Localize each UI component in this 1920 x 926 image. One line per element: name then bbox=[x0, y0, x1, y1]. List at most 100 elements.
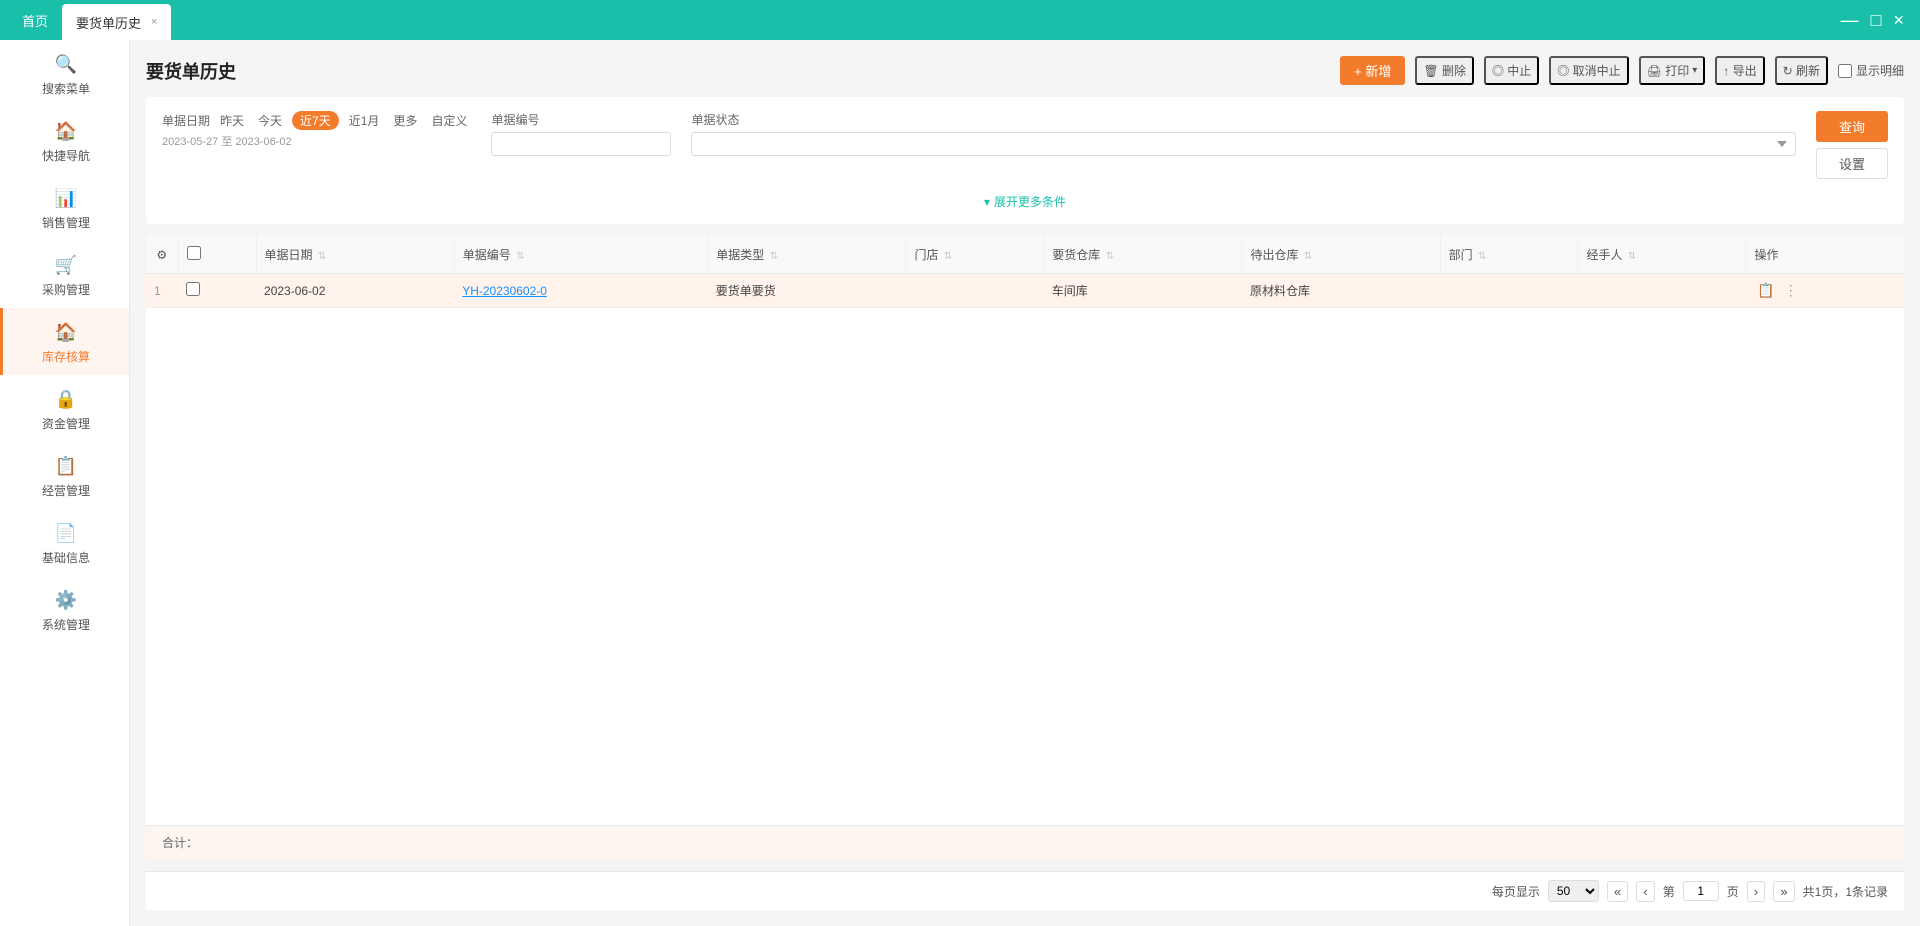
page-number-input[interactable] bbox=[1683, 881, 1719, 901]
display-detail-checkbox[interactable] bbox=[1838, 64, 1852, 78]
shortcut-more[interactable]: 更多 bbox=[389, 111, 421, 130]
sidebar-item-search-menu[interactable]: 🔍 搜索菜单 bbox=[0, 40, 129, 107]
sidebar-label-inventory: 库存核算 bbox=[42, 348, 90, 365]
sort-handler-icon: ⇅ bbox=[1628, 251, 1636, 262]
cell-date: 2023-06-02 bbox=[256, 274, 454, 308]
status-label: 单据状态 bbox=[691, 111, 1796, 128]
sidebar-label-sales: 销售管理 bbox=[42, 214, 90, 231]
page-title: 要货单历史 bbox=[146, 58, 236, 84]
toolbar: + 新增 🗑 删除 ◎ 中止 ◎ 取消中止 🖨 打印 ▾ ↑ 导出 ↻ 刷新 显… bbox=[1340, 56, 1904, 85]
cell-number[interactable]: YH-20230602-0 bbox=[454, 274, 708, 308]
th-req-warehouse[interactable]: 要货仓库 ⇅ bbox=[1044, 236, 1242, 274]
status-select[interactable] bbox=[691, 132, 1796, 156]
sidebar-label-search-menu: 搜索菜单 bbox=[42, 80, 90, 97]
sidebar-item-basic-info[interactable]: 📄 基础信息 bbox=[0, 509, 129, 576]
tab-bar: 首页 要货单历史 × — □ × bbox=[0, 0, 1920, 40]
new-button[interactable]: + 新增 bbox=[1340, 56, 1405, 85]
cell-type: 要货单要货 bbox=[708, 274, 906, 308]
stop-button[interactable]: ◎ 中止 bbox=[1484, 56, 1539, 85]
page-label: 第 bbox=[1663, 883, 1675, 900]
th-number[interactable]: 单据编号 ⇅ bbox=[454, 236, 708, 274]
th-pending-warehouse[interactable]: 待出仓库 ⇅ bbox=[1242, 236, 1440, 274]
filter-group-date: 单据日期 昨天 今天 近7天 近1月 更多 自定义 2023-05-27 至 2… bbox=[162, 111, 471, 149]
sort-req-warehouse-icon: ⇅ bbox=[1106, 251, 1114, 262]
more-icon[interactable]: ⋮ bbox=[1784, 282, 1798, 298]
window-controls: — □ × bbox=[1841, 10, 1912, 31]
table-body: 1 2023-06-02 YH-20230602-0 要货单要货 车间库 原材料… bbox=[146, 274, 1904, 308]
prev-page-button[interactable]: ‹ bbox=[1636, 881, 1654, 902]
close-window-icon[interactable]: × bbox=[1893, 10, 1904, 31]
pagination: 每页显示 50 20 100 « ‹ 第 页 › » 共1页，1条记录 bbox=[146, 871, 1904, 910]
doc-number-input[interactable] bbox=[491, 132, 671, 156]
expand-more[interactable]: ▾ 展开更多条件 bbox=[162, 189, 1888, 214]
per-page-select[interactable]: 50 20 100 bbox=[1548, 880, 1599, 902]
th-department[interactable]: 部门 ⇅ bbox=[1440, 236, 1578, 274]
minimize-icon[interactable]: — bbox=[1841, 10, 1859, 31]
cell-checkbox[interactable] bbox=[178, 274, 256, 308]
tab-home[interactable]: 首页 bbox=[8, 0, 62, 40]
sidebar-item-system[interactable]: ⚙️ 系统管理 bbox=[0, 576, 129, 643]
select-all-checkbox[interactable] bbox=[187, 246, 201, 260]
sidebar-item-sales[interactable]: 📊 销售管理 bbox=[0, 174, 129, 241]
home-icon: 🏠 bbox=[55, 121, 77, 142]
doc-number-label: 单据编号 bbox=[491, 111, 671, 128]
sidebar-item-operations[interactable]: 📋 经营管理 bbox=[0, 442, 129, 509]
shortcut-1month[interactable]: 近1月 bbox=[345, 111, 384, 130]
sort-store-icon: ⇅ bbox=[944, 251, 952, 262]
shortcut-today[interactable]: 今天 bbox=[254, 111, 286, 130]
cell-handler bbox=[1578, 274, 1746, 308]
cell-req-warehouse: 车间库 bbox=[1044, 274, 1242, 308]
print-button[interactable]: 🖨 打印 ▾ bbox=[1639, 56, 1706, 85]
last-page-button[interactable]: » bbox=[1773, 881, 1794, 902]
sort-number-icon: ⇅ bbox=[516, 251, 524, 262]
page-header: 要货单历史 + 新增 🗑 删除 ◎ 中止 ◎ 取消中止 🖨 打印 ▾ ↑ 导出 … bbox=[146, 56, 1904, 85]
th-settings[interactable]: ⚙ bbox=[146, 236, 178, 274]
doc-number-link[interactable]: YH-20230602-0 bbox=[462, 284, 547, 298]
shortcut-yesterday[interactable]: 昨天 bbox=[216, 111, 248, 130]
delete-button[interactable]: 🗑 删除 bbox=[1415, 56, 1474, 85]
cell-department bbox=[1440, 274, 1578, 308]
tab-close-icon[interactable]: × bbox=[151, 16, 157, 28]
filter-date-label: 单据日期 bbox=[162, 112, 210, 129]
total-label: 合计： bbox=[162, 836, 198, 850]
first-page-button[interactable]: « bbox=[1607, 881, 1628, 902]
th-store[interactable]: 门店 ⇅ bbox=[906, 236, 1044, 274]
sidebar-label-basic-info: 基础信息 bbox=[42, 549, 90, 566]
expand-more-label: 展开更多条件 bbox=[994, 193, 1066, 210]
export-button[interactable]: ↑ 导出 bbox=[1715, 56, 1764, 85]
th-type[interactable]: 单据类型 ⇅ bbox=[708, 236, 906, 274]
shortcut-custom[interactable]: 自定义 bbox=[427, 111, 471, 130]
th-handler[interactable]: 经手人 ⇅ bbox=[1578, 236, 1746, 274]
next-page-button[interactable]: › bbox=[1747, 881, 1765, 902]
row-checkbox[interactable] bbox=[186, 282, 200, 296]
finance-icon: 🔒 bbox=[55, 389, 77, 410]
sidebar-item-finance[interactable]: 🔒 资金管理 bbox=[0, 375, 129, 442]
per-page-label: 每页显示 bbox=[1492, 883, 1540, 900]
refresh-button[interactable]: ↻ 刷新 bbox=[1775, 56, 1828, 85]
th-checkbox[interactable] bbox=[178, 236, 256, 274]
sidebar-item-purchase[interactable]: 🛒 采购管理 bbox=[0, 241, 129, 308]
sidebar-item-inventory[interactable]: 🏠 库存核算 bbox=[0, 308, 129, 375]
sidebar-item-quick-nav[interactable]: 🏠 快捷导航 bbox=[0, 107, 129, 174]
filter-date-range: 单据日期 昨天 今天 近7天 近1月 更多 自定义 2023-05-27 至 2… bbox=[162, 111, 471, 149]
display-detail-option[interactable]: 显示明细 bbox=[1838, 62, 1904, 79]
cell-operation: 📋 ⋮ bbox=[1746, 274, 1904, 308]
data-table: ⚙ 单据日期 ⇅ 单据编号 ⇅ 单据类型 ⇅ bbox=[146, 236, 1904, 308]
filter-row-1: 单据日期 昨天 今天 近7天 近1月 更多 自定义 2023-05-27 至 2… bbox=[162, 111, 1888, 179]
th-date[interactable]: 单据日期 ⇅ bbox=[256, 236, 454, 274]
tab-active-label: 要货单历史 bbox=[76, 13, 141, 32]
sort-type-icon: ⇅ bbox=[770, 251, 778, 262]
basic-info-icon: 📄 bbox=[55, 523, 77, 544]
shortcut-7days[interactable]: 近7天 bbox=[292, 111, 339, 130]
filter-actions: 查询 设置 bbox=[1816, 111, 1888, 179]
sidebar-label-finance: 资金管理 bbox=[42, 415, 90, 432]
settings-button[interactable]: 设置 bbox=[1816, 148, 1888, 179]
cancel-stop-button[interactable]: ◎ 取消中止 bbox=[1549, 56, 1628, 85]
query-button[interactable]: 查询 bbox=[1816, 111, 1888, 142]
maximize-icon[interactable]: □ bbox=[1871, 10, 1882, 31]
sort-date-icon: ⇅ bbox=[318, 251, 326, 262]
tab-active[interactable]: 要货单历史 × bbox=[62, 4, 171, 40]
filter-group-status: 单据状态 bbox=[691, 111, 1796, 156]
edit-icon[interactable]: 📋 bbox=[1757, 282, 1774, 298]
tab-home-label: 首页 bbox=[22, 11, 48, 30]
